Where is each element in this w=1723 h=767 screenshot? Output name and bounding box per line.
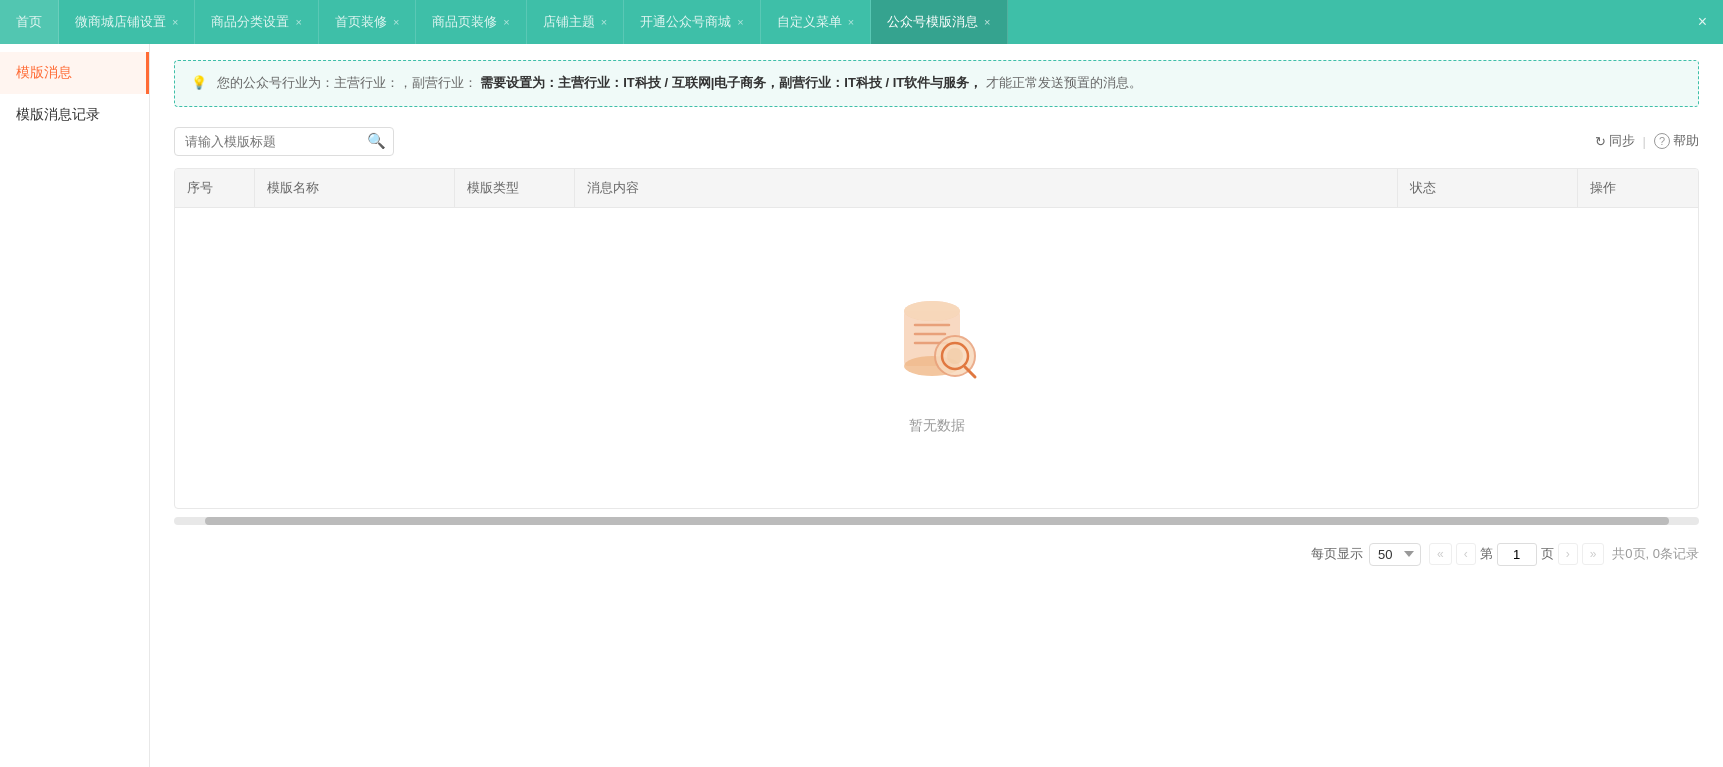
nav-tab-theme[interactable]: 店铺主题 ×	[527, 0, 624, 44]
nav-tab-label: 自定义菜单	[777, 13, 842, 31]
total-text: 共0页, 0条记录	[1612, 545, 1699, 563]
notice-suffix: 才能正常发送预置的消息。	[986, 75, 1142, 90]
last-page-button[interactable]: »	[1582, 543, 1605, 565]
close-icon[interactable]: ×	[848, 16, 854, 28]
sidebar-item-template-log[interactable]: 模版消息记录	[0, 94, 149, 136]
nav-tab-label: 开通公众号商城	[640, 13, 731, 31]
top-nav: 首页 微商城店铺设置 × 商品分类设置 × 首页装修 × 商品页装修 × 店铺主…	[0, 0, 1723, 44]
close-icon[interactable]: ×	[737, 16, 743, 28]
help-icon: ?	[1654, 133, 1670, 149]
search-button[interactable]: 🔍	[367, 132, 386, 150]
table-header: 序号 模版名称 模版类型 消息内容 状态 操作	[175, 169, 1698, 208]
pagination: 每页显示 10 20 50 100 « ‹ 第 页 › » 共0页, 0条记录	[174, 533, 1699, 576]
page-unit: 页	[1541, 545, 1554, 563]
sync-icon: ↻	[1595, 134, 1606, 149]
sync-button[interactable]: ↻ 同步	[1595, 132, 1635, 150]
notice-icon: 💡	[191, 75, 207, 90]
nav-tab-home[interactable]: 首页	[0, 0, 59, 44]
sidebar-item-label: 模版消息记录	[16, 106, 100, 122]
nav-tab-label: 店铺主题	[543, 13, 595, 31]
main-content: 💡 您的公众号行业为：主营行业：，副营行业： 需要设置为：主营行业：IT科技 /…	[150, 44, 1723, 767]
nav-tab-homepage[interactable]: 首页装修 ×	[319, 0, 416, 44]
th-name: 模版名称	[255, 169, 455, 207]
th-action: 操作	[1578, 169, 1698, 207]
page-input[interactable]	[1497, 543, 1537, 566]
empty-text: 暂无数据	[909, 417, 965, 435]
page-size-label: 每页显示	[1311, 545, 1363, 563]
close-icon[interactable]: ×	[601, 16, 607, 28]
layout: 模版消息 模版消息记录 💡 您的公众号行业为：主营行业：，副营行业： 需要设置为…	[0, 44, 1723, 767]
close-icon[interactable]: ×	[295, 16, 301, 28]
search-left: 🔍	[174, 127, 394, 156]
th-type: 模版类型	[455, 169, 575, 207]
close-icon[interactable]: ×	[503, 16, 509, 28]
page-size-wrap: 每页显示 10 20 50 100	[1311, 543, 1421, 566]
prev-page-button[interactable]: ‹	[1456, 543, 1476, 565]
th-content: 消息内容	[575, 169, 1398, 207]
th-status: 状态	[1398, 169, 1578, 207]
scroll-area[interactable]	[174, 517, 1699, 525]
sidebar: 模版消息 模版消息记录	[0, 44, 150, 767]
page-prefix: 第	[1480, 545, 1493, 563]
empty-state: 暂无数据	[877, 281, 997, 435]
notice-banner: 💡 您的公众号行业为：主营行业：，副营行业： 需要设置为：主营行业：IT科技 /…	[174, 60, 1699, 107]
help-button[interactable]: ? 帮助	[1654, 132, 1699, 150]
table-body: 暂无数据	[175, 208, 1698, 508]
close-icon[interactable]: ×	[172, 16, 178, 28]
scroll-thumb	[205, 517, 1669, 525]
help-label: 帮助	[1673, 132, 1699, 150]
page-size-select[interactable]: 10 20 50 100	[1369, 543, 1421, 566]
search-icon: 🔍	[367, 132, 386, 149]
nav-tab-label: 商品分类设置	[211, 13, 289, 31]
table: 序号 模版名称 模版类型 消息内容 状态 操作	[174, 168, 1699, 509]
search-bar: 🔍 ↻ 同步 | ? 帮助	[174, 127, 1699, 156]
nav-tab-category[interactable]: 商品分类设置 ×	[195, 0, 318, 44]
first-page-button[interactable]: «	[1429, 543, 1452, 565]
nav-tab-template-msg[interactable]: 公众号模版消息 ×	[871, 0, 1007, 44]
sidebar-item-template-msg[interactable]: 模版消息	[0, 52, 149, 94]
nav-tab-mall[interactable]: 开通公众号商城 ×	[624, 0, 760, 44]
search-input-wrap: 🔍	[174, 127, 394, 156]
nav-tab-product[interactable]: 商品页装修 ×	[416, 0, 526, 44]
sync-label: 同步	[1609, 132, 1635, 150]
close-icon[interactable]: ×	[393, 16, 399, 28]
search-input[interactable]	[174, 127, 394, 156]
nav-tab-label: 商品页装修	[432, 13, 497, 31]
nav-tab-custom-menu[interactable]: 自定义菜单 ×	[761, 0, 871, 44]
divider: |	[1643, 134, 1646, 149]
svg-point-3	[904, 301, 960, 321]
close-icon[interactable]: ×	[984, 16, 990, 28]
next-page-button[interactable]: ›	[1558, 543, 1578, 565]
notice-prefix: 您的公众号行业为：主营行业：，副营行业：	[217, 75, 477, 90]
notice-highlight: 需要设置为：主营行业：IT科技 / 互联网|电子商务，副营行业：IT科技 / I…	[480, 75, 982, 90]
nav-tab-label: 微商城店铺设置	[75, 13, 166, 31]
empty-illustration	[877, 281, 997, 401]
search-right: ↻ 同步 | ? 帮助	[1595, 132, 1699, 150]
close-all-button[interactable]: ×	[1682, 13, 1723, 31]
pagination-controls: « ‹ 第 页 › »	[1429, 543, 1604, 566]
th-index: 序号	[175, 169, 255, 207]
svg-point-10	[947, 348, 963, 364]
nav-tab-wsc[interactable]: 微商城店铺设置 ×	[59, 0, 195, 44]
nav-tab-label: 公众号模版消息	[887, 13, 978, 31]
nav-tab-label: 首页装修	[335, 13, 387, 31]
sidebar-item-label: 模版消息	[16, 64, 72, 80]
nav-tab-label: 首页	[16, 13, 42, 31]
